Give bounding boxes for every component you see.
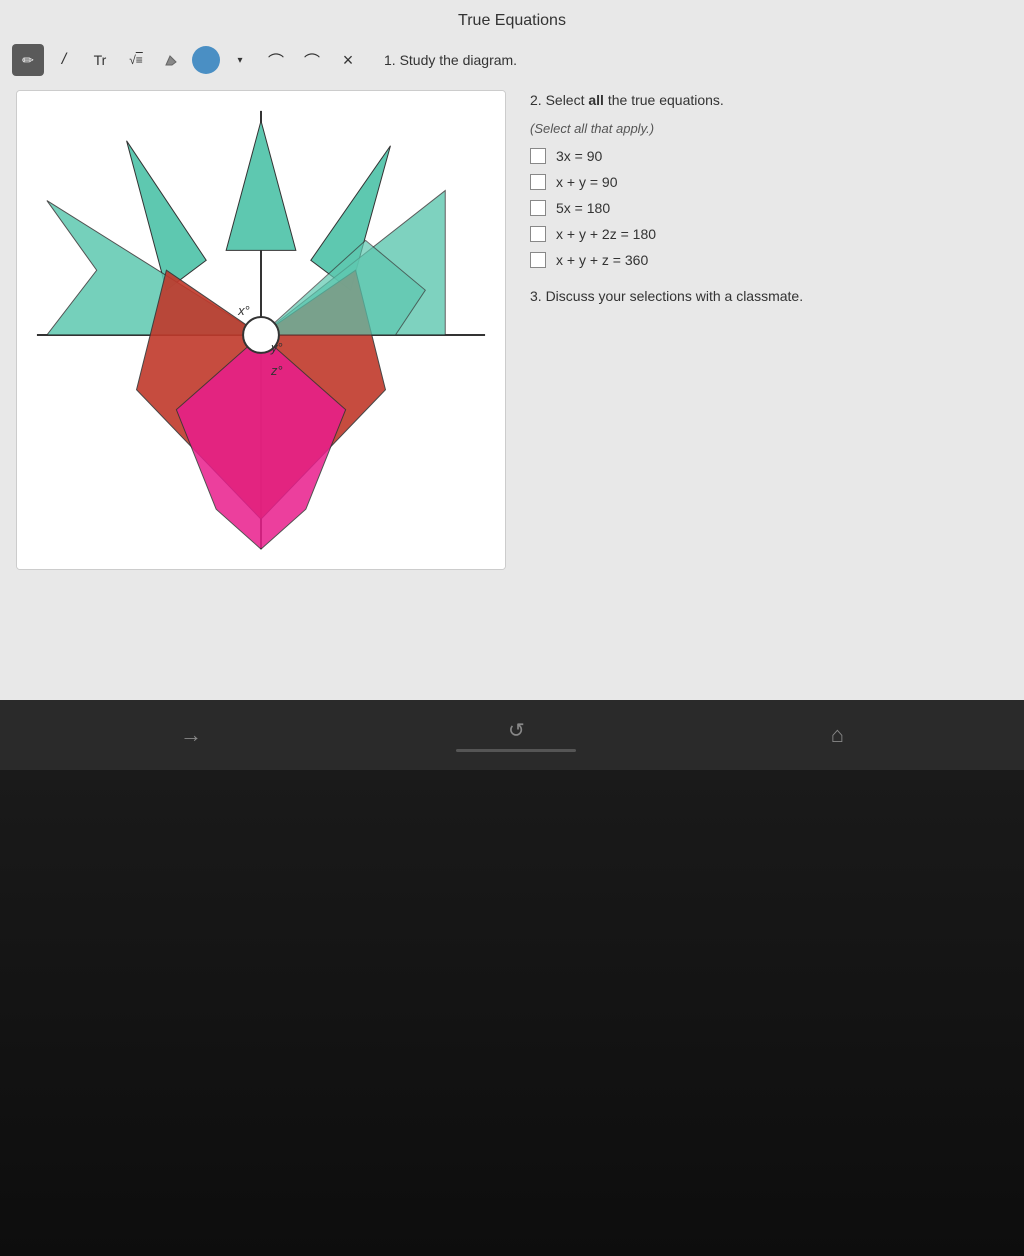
- equation-label-1: 3x = 90: [556, 148, 602, 164]
- bottom-nav: → ↺ ⌂: [0, 700, 1024, 770]
- equation-checkbox-4[interactable]: [530, 226, 546, 242]
- equation-checkbox-3[interactable]: [530, 200, 546, 216]
- equation-list: 3x = 90 x + y = 90 5x = 180 x + y + 2z =…: [530, 148, 1000, 268]
- step3-text: 3. Discuss your selections with a classm…: [530, 288, 1000, 304]
- select-all-text: (Select all that apply.): [530, 121, 1000, 136]
- redo-button[interactable]: ⌒: [296, 44, 328, 76]
- refresh-icon: ↺: [508, 718, 525, 743]
- dark-background-area: [0, 770, 1024, 1256]
- equation-checkbox-1[interactable]: [530, 148, 546, 164]
- nav-refresh-button[interactable]: ↺: [508, 718, 525, 743]
- equation-item-2: x + y = 90: [530, 174, 1000, 190]
- equation-item-1: 3x = 90: [530, 148, 1000, 164]
- step2-prefix: 2. Select: [530, 92, 588, 108]
- toolbar: ✏ / Tr √≡ ▾ ⌒ ⌒ × 1. Study the diagram.: [0, 38, 1024, 82]
- sqrt-tool-button[interactable]: √≡: [120, 44, 152, 76]
- diagram-panel: x° y° z°: [16, 90, 506, 570]
- nav-indicator-bar: [456, 749, 576, 752]
- svg-text:x°: x°: [237, 303, 250, 318]
- equation-item-5: x + y + z = 360: [530, 252, 1000, 268]
- equation-item-3: 5x = 180: [530, 200, 1000, 216]
- svg-text:y°: y°: [270, 340, 283, 355]
- home-icon: ⌂: [831, 722, 844, 748]
- page-title: True Equations: [0, 0, 1024, 38]
- arrow-right-icon: →: [180, 722, 202, 748]
- close-button[interactable]: ×: [332, 44, 364, 76]
- step2-question: 2. Select all the true equations.: [530, 90, 1000, 111]
- text-tool-button[interactable]: Tr: [84, 44, 116, 76]
- step1-text: 1. Study the diagram.: [384, 52, 517, 68]
- equation-label-5: x + y + z = 360: [556, 252, 648, 268]
- step2-suffix: the true equations.: [604, 92, 724, 108]
- nav-home-button[interactable]: ⌂: [831, 722, 844, 748]
- undo-button[interactable]: ⌒: [260, 44, 292, 76]
- equation-checkbox-2[interactable]: [530, 174, 546, 190]
- color-dropdown-button[interactable]: ▾: [224, 44, 256, 76]
- color-picker-button[interactable]: [192, 46, 220, 74]
- equation-label-2: x + y = 90: [556, 174, 617, 190]
- pencil-tool-button[interactable]: ✏: [12, 44, 44, 76]
- equation-item-4: x + y + 2z = 180: [530, 226, 1000, 242]
- line-tool-button[interactable]: /: [48, 44, 80, 76]
- eraser-tool-button[interactable]: [156, 44, 188, 76]
- equation-checkbox-5[interactable]: [530, 252, 546, 268]
- equation-label-4: x + y + 2z = 180: [556, 226, 656, 242]
- equation-label-3: 5x = 180: [556, 200, 610, 216]
- right-panel: 2. Select all the true equations. (Selec…: [522, 90, 1008, 694]
- nav-forward-button[interactable]: →: [180, 722, 202, 748]
- nav-center: ↺: [456, 718, 576, 752]
- svg-text:z°: z°: [270, 363, 283, 378]
- content-area: x° y° z° 2. Select all the true equation…: [0, 82, 1024, 702]
- step2-bold: all: [588, 92, 604, 108]
